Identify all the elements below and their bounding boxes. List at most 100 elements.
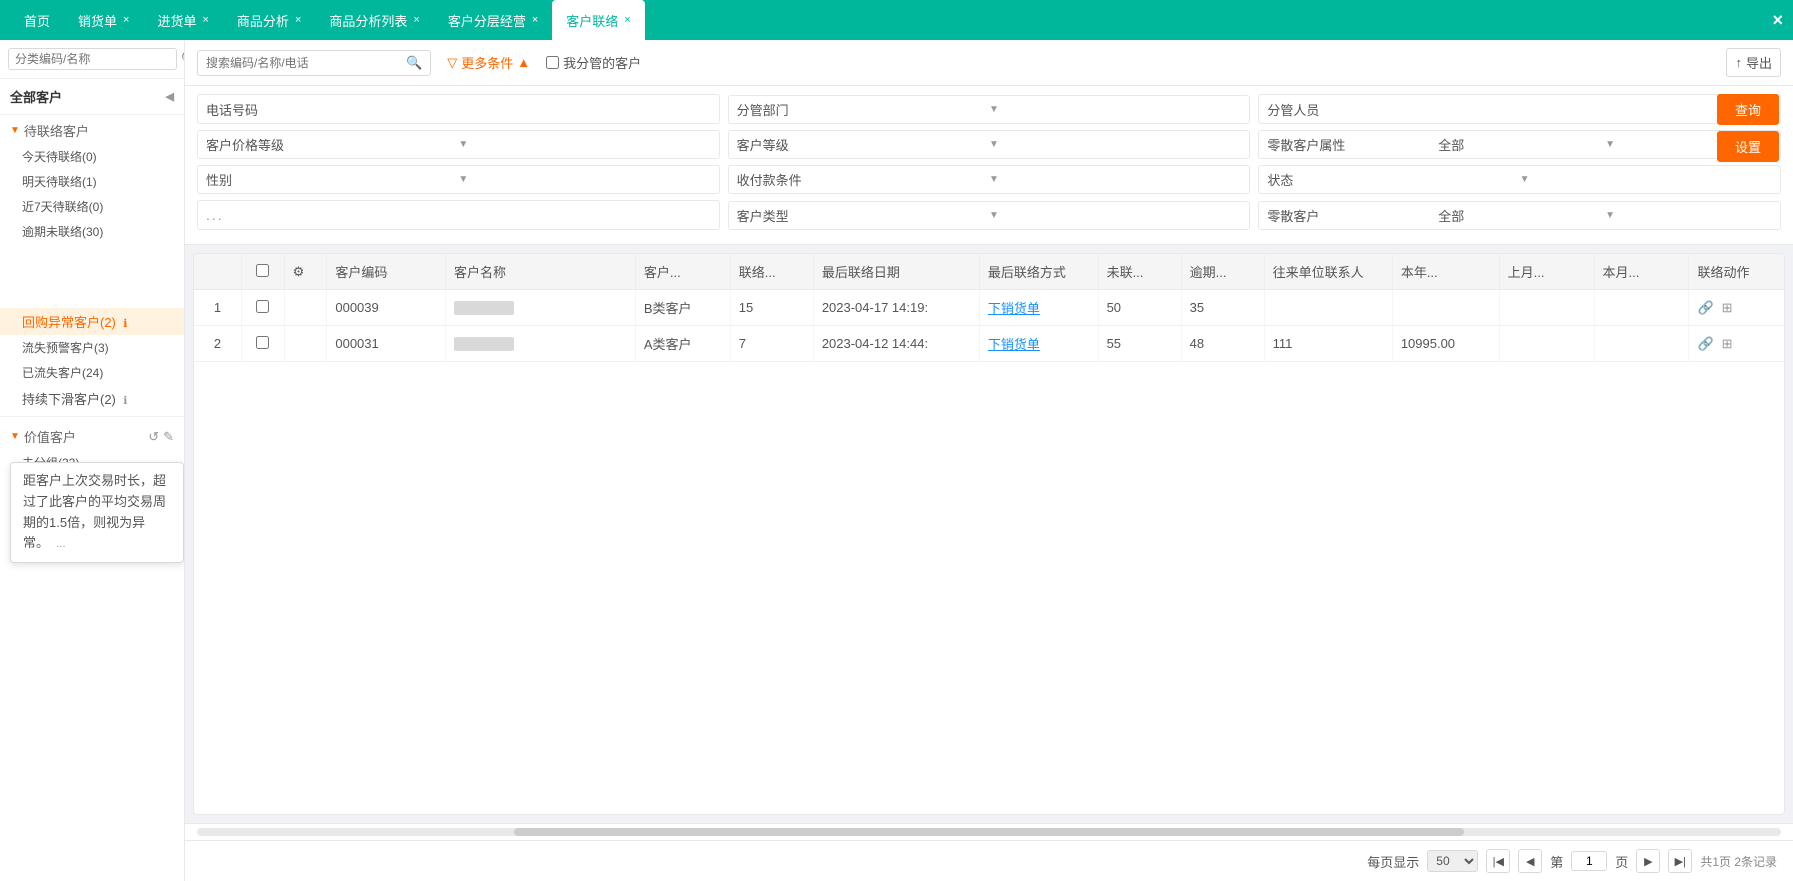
select-all-checkbox[interactable] (256, 264, 269, 277)
my-customers-checkbox[interactable]: 我分管的客户 (546, 53, 641, 72)
th-this-month: 本月... (1594, 254, 1689, 290)
price-level-field[interactable]: 客户价格等级 ▼ (197, 130, 720, 159)
th-this-year: 本年... (1392, 254, 1499, 290)
more-conditions-btn[interactable]: ▽ 更多条件 ▲ (441, 49, 536, 76)
action-more-icon-2[interactable]: ⊞ (1722, 336, 1733, 352)
status-field[interactable]: 状态 ▼ (1258, 165, 1781, 194)
pending-contacts-group[interactable]: ▼ 待联络客户 (0, 115, 184, 144)
close-all-button[interactable]: × (1772, 10, 1783, 31)
sidebar-item-churned[interactable]: 已流失客户(24) (0, 360, 184, 385)
hscroll-thumb[interactable] (514, 828, 1464, 836)
total-label: 共1页 2条记录 (1700, 853, 1777, 870)
manager-field[interactable]: 分管人员 ... (1258, 94, 1781, 124)
td-code-1[interactable]: 000039 (327, 290, 446, 326)
cust-type-chevron-icon: ▼ (989, 210, 1241, 221)
action-link-icon-2[interactable]: 🔗 (1697, 336, 1713, 352)
next-page-btn[interactable]: ▶ (1636, 849, 1660, 873)
value-expand-arrow-icon: ▼ (10, 431, 20, 442)
tab-product-analysis-list[interactable]: 商品分析列表 × (315, 0, 433, 40)
td-contact-1: 15 (730, 290, 813, 326)
th-code: 客户编码 (327, 254, 446, 290)
last-page-btn[interactable]: ▶| (1668, 849, 1692, 873)
action-link-icon-1[interactable]: 🔗 (1697, 300, 1713, 316)
search-submit-icon[interactable]: 🔍 (398, 51, 430, 75)
close-purchase-order-icon[interactable]: × (202, 14, 208, 26)
close-customer-contact-icon[interactable]: × (624, 14, 630, 26)
payment-field[interactable]: 收付款条件 ▼ (728, 165, 1251, 194)
cust-level-field[interactable]: 客户等级 ▼ (728, 130, 1251, 159)
cust-type-field[interactable]: 客户类型 ▼ (728, 201, 1251, 230)
collapse-icon[interactable]: ◀ (166, 90, 174, 103)
th-action: 联络动作 (1689, 254, 1784, 290)
td-num-1: 1 (194, 290, 241, 326)
all-customers-header[interactable]: 全部客户 ◀ (0, 79, 184, 115)
tab-purchase-order[interactable]: 进货单 × (143, 0, 222, 40)
my-customers-check-input[interactable] (546, 56, 559, 69)
td-this-year-1 (1392, 290, 1499, 326)
td-check-2[interactable] (241, 326, 284, 362)
tab-customer-contact[interactable]: 客户联络 × (552, 0, 644, 40)
last-way-link-1[interactable]: 下销货单 (988, 301, 1040, 316)
td-last-month-2 (1499, 326, 1594, 362)
sidebar-item-overdue[interactable]: 逾期未联络(30) (0, 219, 184, 244)
th-contact: 联络... (730, 254, 813, 290)
close-product-analysis-list-icon[interactable]: × (413, 14, 419, 26)
settings-button[interactable]: 设置 (1717, 131, 1779, 162)
td-last-way-1[interactable]: 下销货单 (979, 290, 1098, 326)
sidebar-item-tomorrow[interactable]: 明天待联络(1) (0, 169, 184, 194)
retail-cust-chevron-icon: ▼ (1605, 210, 1772, 221)
td-settings-2 (284, 326, 327, 362)
export-btn[interactable]: ↑ 导出 (1726, 48, 1781, 77)
tab-sales-order[interactable]: 销货单 × (64, 0, 143, 40)
tab-home[interactable]: 首页 (10, 0, 64, 40)
close-product-analysis-icon[interactable]: × (295, 14, 301, 26)
last-way-link-2[interactable]: 下销货单 (988, 337, 1040, 352)
tab-customer-segmentation[interactable]: 客户分层经营 × (434, 0, 552, 40)
gender-field[interactable]: 性别 ▼ (197, 165, 720, 194)
more-field[interactable]: ... (197, 200, 720, 230)
per-page-select[interactable]: 50 100 200 (1427, 850, 1478, 872)
sidebar-search-input[interactable] (8, 48, 177, 70)
row1-checkbox[interactable] (256, 300, 269, 313)
name-blur-2 (454, 337, 514, 351)
th-no-contact: 未联... (1098, 254, 1181, 290)
top-nav: 首页 销货单 × 进货单 × 商品分析 × 商品分析列表 × 客户分层经营 × … (0, 0, 1793, 40)
dept-field[interactable]: 分管部门 ▼ (728, 95, 1251, 124)
customer-table: ⚙ 客户编码 客户名称 客户... 联络... 最后联络日期 最后联络方式 未联… (194, 254, 1784, 362)
retail-cust-field[interactable]: 零散客户 全部 ▼ (1258, 201, 1781, 230)
td-code-2[interactable]: 000031 (327, 326, 446, 362)
edit-icon[interactable]: ✎ (163, 429, 174, 445)
td-check-1[interactable] (241, 290, 284, 326)
retail-attr-field[interactable]: 零散客户属性 全部 ▼ (1258, 130, 1781, 159)
sidebar-item-repurchase[interactable]: 回购异常客户(2) ℹ (0, 308, 184, 335)
value-customers-group[interactable]: ▼ 价值客户 ↺ ✎ (0, 421, 184, 450)
search-input[interactable] (198, 52, 398, 74)
refresh-icon[interactable]: ↺ (148, 429, 159, 445)
th-check[interactable] (241, 254, 284, 290)
close-sales-order-icon[interactable]: × (123, 14, 129, 26)
action-more-icon-1[interactable]: ⊞ (1722, 300, 1733, 316)
prev-page-btn[interactable]: ◀ (1518, 849, 1542, 873)
td-cust-type-2: A类客户 (635, 326, 730, 362)
th-last-contact-date: 最后联络日期 (813, 254, 979, 290)
row2-checkbox[interactable] (256, 336, 269, 349)
sidebar-item-declining[interactable]: 持续下滑客户(2) ℹ (0, 385, 184, 412)
sidebar-item-churn-warning[interactable]: 流失预警客户(3) (0, 335, 184, 360)
horizontal-scrollbar[interactable] (185, 823, 1793, 840)
close-customer-segmentation-icon[interactable]: × (532, 14, 538, 26)
adv-filter-row-1: 电话号码 分管部门 ▼ 分管人员 ... (197, 94, 1781, 124)
td-overdue-2: 48 (1181, 326, 1264, 362)
page-number-input[interactable] (1571, 851, 1607, 871)
sidebar-item-7days[interactable]: 近7天待联络(0) (0, 194, 184, 219)
th-settings[interactable]: ⚙ (284, 254, 327, 290)
sidebar: 🔍 全部客户 ◀ ▼ 待联络客户 今天待联络(0) 明天待联络(1) 近7天待联… (0, 40, 185, 881)
td-last-way-2[interactable]: 下销货单 (979, 326, 1098, 362)
filter-bar: 🔍 ▽ 更多条件 ▲ 我分管的客户 ↑ 导出 (185, 40, 1793, 86)
pagination-bar: 每页显示 50 100 200 |◀ ◀ 第 页 ▶ ▶| 共1页 2条记录 (185, 840, 1793, 881)
query-button[interactable]: 查询 (1717, 94, 1779, 125)
tab-product-analysis[interactable]: 商品分析 × (223, 0, 315, 40)
sidebar-item-today[interactable]: 今天待联络(0) (0, 144, 184, 169)
table-wrap: ⚙ 客户编码 客户名称 客户... 联络... 最后联络日期 最后联络方式 未联… (193, 253, 1785, 815)
phone-field[interactable]: 电话号码 (197, 94, 720, 124)
first-page-btn[interactable]: |◀ (1486, 849, 1510, 873)
